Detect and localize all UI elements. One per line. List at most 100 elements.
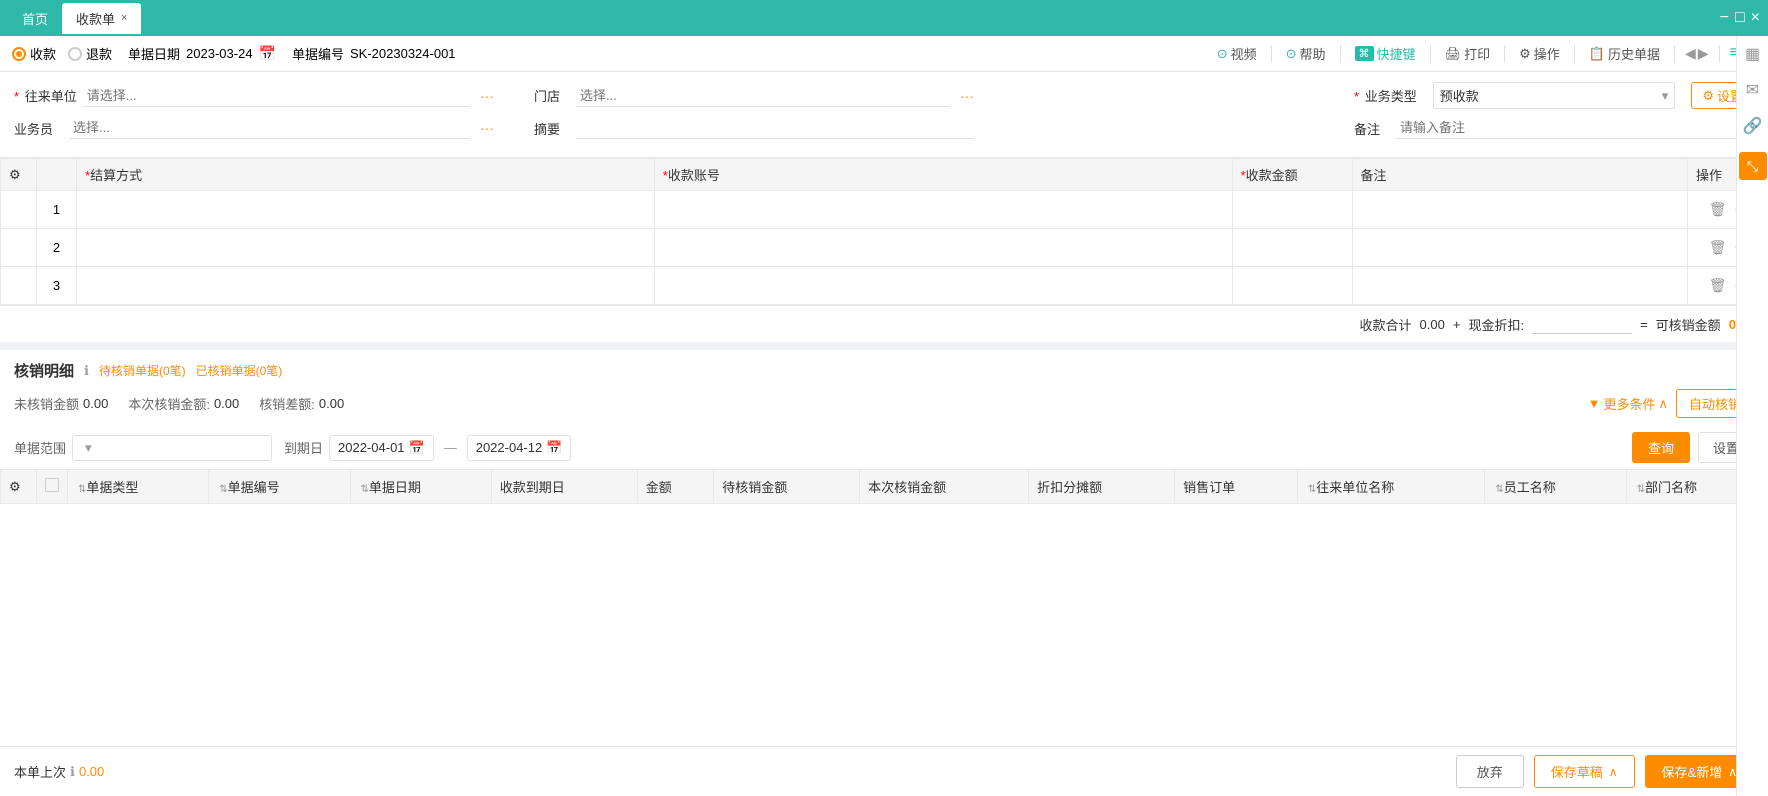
row-3-num: 3 <box>37 267 77 305</box>
date-from-picker[interactable]: 2022-04-01 📅 <box>329 435 434 461</box>
row-1-account[interactable] <box>654 191 1232 229</box>
store-more-btn[interactable]: ··· <box>960 88 974 104</box>
row-1-amount[interactable] <box>1232 191 1352 229</box>
remark-input[interactable] <box>1396 117 1754 139</box>
bottom-actions: 放弃 保存草稿 ∧ 保存&新增 ∧ <box>1456 755 1754 788</box>
row-3-account[interactable] <box>654 267 1232 305</box>
counterparty-input[interactable] <box>83 85 470 107</box>
sidebar-mail-icon[interactable]: ✉ <box>1746 80 1759 100</box>
print-btn[interactable]: 🖨 打印 <box>1441 42 1495 65</box>
summary-bar: 收款合计 0.00 + 现金折扣: = 可核销金额 0.00 <box>0 305 1768 342</box>
row-1-remark[interactable] <box>1352 191 1688 229</box>
row-1-delete-icon[interactable]: 🗑 <box>1709 201 1727 218</box>
counterparty-field: * 往来单位 ··· <box>14 85 494 107</box>
radio-refund-dot <box>68 47 82 61</box>
table-gear-icon[interactable]: ⚙ <box>9 167 21 182</box>
draft-arrow-icon[interactable]: ∧ <box>1609 765 1618 779</box>
help-btn[interactable]: ⊙ 帮助 <box>1282 42 1330 65</box>
select-all-checkbox[interactable] <box>45 478 59 492</box>
this-time-label: 本次核销金额: <box>128 394 210 413</box>
row-2-remark[interactable] <box>1352 229 1688 267</box>
shortcut-label: 快捷键 <box>1377 44 1416 63</box>
operations-btn[interactable]: ⚙ 操作 <box>1515 42 1564 65</box>
table-area: ⚙ *结算方式 *收款账号 *收款金额 备注 操作 1 <box>0 158 1768 305</box>
date-label: 到期日 <box>284 438 323 457</box>
date-filter: 到期日 2022-04-01 📅 — 2022-04-12 📅 <box>284 435 571 461</box>
more-conditions-btn[interactable]: ▼ 更多条件 ∧ <box>1588 394 1668 413</box>
row-3-amount[interactable] <box>1232 267 1352 305</box>
section-divider <box>0 342 1768 350</box>
bottom-gear-icon[interactable]: ⚙ <box>9 479 21 494</box>
row-2-amount[interactable] <box>1232 229 1352 267</box>
row-1-settlement[interactable] <box>77 191 655 229</box>
checkbox-th[interactable] <box>37 470 68 504</box>
range-filter: 单据范围 ▾ <box>14 435 272 461</box>
discount-input[interactable] <box>1532 314 1632 334</box>
prev-info-icon[interactable]: ℹ <box>70 764 75 780</box>
sidebar-attach-icon[interactable]: 🔗 <box>1743 116 1763 136</box>
number-field: 单据编号 SK-20230324-001 <box>292 44 456 63</box>
table-row: 2 🗑 ⊕ <box>1 229 1768 267</box>
writeoff-info-icon[interactable]: ℹ <box>84 363 89 379</box>
business-type-label: * 业务类型 <box>1354 86 1417 105</box>
main-content: 收款 退款 单据日期 2023-03-24 📅 单据编号 SK-20230324… <box>0 36 1768 796</box>
store-input[interactable] <box>576 85 950 107</box>
diff-stat: 核销差额: 0.00 <box>259 394 344 413</box>
next-arrow-icon[interactable]: ▶ <box>1698 45 1709 62</box>
bottom-gear-th[interactable]: ⚙ <box>1 470 37 504</box>
counterparty-more-btn[interactable]: ··· <box>480 88 494 104</box>
salesperson-field: 业务员 ··· <box>14 117 494 139</box>
counterparty-label: * 往来单位 <box>14 86 77 105</box>
row-2-settlement[interactable] <box>77 229 655 267</box>
row-3-delete-icon[interactable]: 🗑 <box>1709 277 1727 294</box>
form-row-1: * 往来单位 ··· 门店 ··· * 业务类型 预收款 <box>14 82 1754 109</box>
abandon-btn-label: 放弃 <box>1477 765 1503 780</box>
writeoff-stats-right: ▼ 更多条件 ∧ 自动核销 <box>1588 389 1754 418</box>
calendar-icon2: 📅 <box>546 440 562 456</box>
radio-receipt[interactable]: 收款 <box>12 44 56 63</box>
maximize-icon[interactable]: □ <box>1735 9 1745 27</box>
row-2-account[interactable] <box>654 229 1232 267</box>
summary-input[interactable] <box>576 117 974 139</box>
print-icon: 🖨 <box>1445 46 1462 62</box>
prev-label: 本单上次 <box>14 762 66 781</box>
range-arrow-icon: ▾ <box>85 440 92 456</box>
form-row-2: 业务员 ··· 摘要 备注 <box>14 117 1754 139</box>
query-button[interactable]: 查询 <box>1632 432 1690 463</box>
draft-button[interactable]: 保存草稿 ∧ <box>1534 755 1635 788</box>
abandon-button[interactable]: 放弃 <box>1456 755 1524 788</box>
pending-tab-link[interactable]: 待核销单据(0笔) <box>99 362 186 379</box>
discount-th: 折扣分摊额 <box>1029 470 1175 504</box>
date-to-picker[interactable]: 2022-04-12 📅 <box>467 435 572 461</box>
salesperson-more-btn[interactable]: ··· <box>480 120 494 136</box>
close-icon[interactable]: × <box>1751 9 1760 27</box>
row-3-remark[interactable] <box>1352 267 1688 305</box>
minimize-icon[interactable]: − <box>1720 9 1729 27</box>
this-time-value: 0.00 <box>214 396 239 411</box>
filter-icon: ▼ <box>1588 396 1601 411</box>
writeoff-title: 核销明细 <box>14 360 74 381</box>
prev-total: 本单上次 ℹ 0.00 <box>14 762 104 781</box>
writeoff-stats: 未核销金额 0.00 本次核销金额: 0.00 核销差额: 0.00 ▼ 更多条… <box>0 381 1768 426</box>
range-select[interactable]: ▾ <box>72 435 272 461</box>
gear-th[interactable]: ⚙ <box>1 159 37 191</box>
sidebar-expand-icon[interactable]: ⤡ <box>1739 152 1767 180</box>
row-3-settlement[interactable] <box>77 267 655 305</box>
remark-label: 备注 <box>1354 119 1380 138</box>
operations-label: 操作 <box>1534 44 1560 63</box>
tab-receipt[interactable]: 收款单 × <box>62 3 141 34</box>
salesperson-input[interactable] <box>69 117 470 139</box>
calendar-icon[interactable]: 📅 <box>259 45 276 62</box>
sidebar-table-icon[interactable]: ▦ <box>1745 44 1760 64</box>
tab-close-icon[interactable]: × <box>121 12 127 24</box>
video-btn[interactable]: ⊙ 视频 <box>1213 42 1261 65</box>
radio-refund[interactable]: 退款 <box>68 44 112 63</box>
row-2-num: 2 <box>37 229 77 267</box>
prev-arrow-icon[interactable]: ◀ <box>1685 45 1696 62</box>
tab-home[interactable]: 首页 <box>8 3 62 34</box>
row-2-delete-icon[interactable]: 🗑 <box>1709 239 1727 256</box>
history-btn[interactable]: 📋 历史单据 <box>1585 42 1664 65</box>
shortcut-btn[interactable]: ⌘ 快捷键 <box>1351 42 1420 65</box>
business-type-select[interactable]: 预收款 ▾ <box>1433 82 1676 109</box>
done-tab-link[interactable]: 已核销单据(0笔) <box>196 362 283 379</box>
